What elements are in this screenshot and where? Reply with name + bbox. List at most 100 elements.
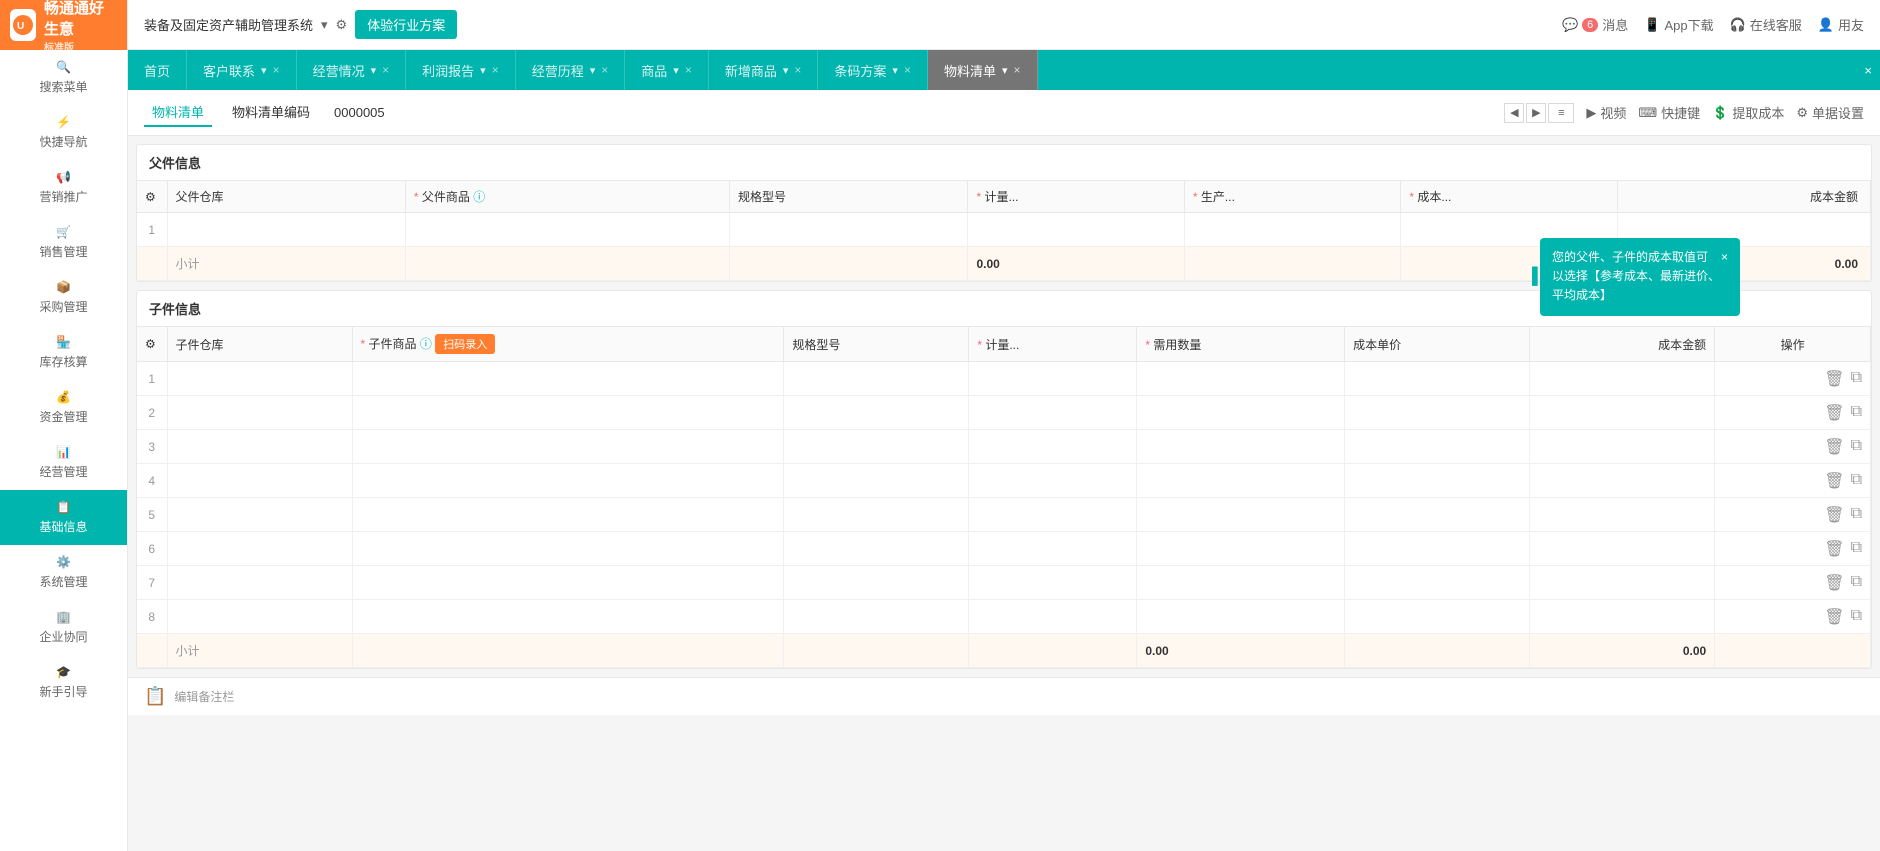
tab-customer[interactable]: 客户联系 ▾ × xyxy=(187,50,297,90)
sidebar-item-sales[interactable]: 🛒 销售管理 xyxy=(0,215,127,270)
child-spec-5[interactable] xyxy=(784,498,969,532)
copy-icon[interactable]: ⧉ xyxy=(1851,539,1862,559)
close-icon[interactable]: × xyxy=(794,63,801,77)
copy-icon[interactable]: ⧉ xyxy=(1851,505,1862,525)
th-parent-gear[interactable]: ⚙ xyxy=(137,181,167,213)
sub-tab-bom-code[interactable]: 物料清单编码 xyxy=(224,98,318,127)
child-product-2[interactable] xyxy=(352,396,784,430)
tab-barcode[interactable]: 条码方案 ▾ × xyxy=(818,50,928,90)
child-warehouse-8[interactable] xyxy=(167,600,352,634)
child-warehouse-5[interactable] xyxy=(167,498,352,532)
delete-icon[interactable]: 🗑 xyxy=(1824,539,1844,559)
child-spec-8[interactable] xyxy=(784,600,969,634)
close-icon[interactable]: × xyxy=(273,63,280,77)
child-unit-price-1[interactable] xyxy=(1345,362,1530,396)
child-qty-8[interactable] xyxy=(1137,600,1345,634)
copy-icon[interactable]: ⧉ xyxy=(1851,471,1862,491)
child-unit-3[interactable] xyxy=(969,430,1137,464)
sidebar-item-guide[interactable]: 🎓 新手引导 xyxy=(0,655,127,710)
sidebar-item-marketing[interactable]: 📢 营销推广 xyxy=(0,160,127,215)
child-unit-price-7[interactable] xyxy=(1345,566,1530,600)
tab-home[interactable]: 首页 xyxy=(128,50,187,90)
sub-tab-bom[interactable]: 物料清单 xyxy=(144,98,212,127)
sidebar-item-purchase[interactable]: 📦 采购管理 xyxy=(0,270,127,325)
child-product-4[interactable] xyxy=(352,464,784,498)
child-unit-price-8[interactable] xyxy=(1345,600,1530,634)
tab-history[interactable]: 经营历程 ▾ × xyxy=(516,50,626,90)
copy-icon[interactable]: ⧉ xyxy=(1851,437,1862,457)
child-product-3[interactable] xyxy=(352,430,784,464)
trial-button[interactable]: 体验行业方案 xyxy=(355,10,457,39)
child-unit-1[interactable] xyxy=(969,362,1137,396)
child-spec-4[interactable] xyxy=(784,464,969,498)
child-qty-1[interactable] xyxy=(1137,362,1345,396)
delete-icon[interactable]: 🗑 xyxy=(1824,471,1844,491)
child-unit-price-3[interactable] xyxy=(1345,430,1530,464)
child-warehouse-4[interactable] xyxy=(167,464,352,498)
copy-icon[interactable]: ⧉ xyxy=(1851,607,1862,627)
close-icon[interactable]: × xyxy=(904,63,911,77)
child-unit-8[interactable] xyxy=(969,600,1137,634)
child-qty-3[interactable] xyxy=(1137,430,1345,464)
child-qty-7[interactable] xyxy=(1137,566,1345,600)
sidebar-item-quick-nav[interactable]: ⚡ 快捷导航 xyxy=(0,105,127,160)
copy-icon[interactable]: ⧉ xyxy=(1851,403,1862,423)
delete-icon[interactable]: 🗑 xyxy=(1824,607,1844,627)
delete-icon[interactable]: 🗑 xyxy=(1824,437,1844,457)
child-warehouse-7[interactable] xyxy=(167,566,352,600)
sidebar-item-enterprise[interactable]: 🏢 企业协同 xyxy=(0,600,127,655)
child-spec-2[interactable] xyxy=(784,396,969,430)
close-icon[interactable]: × xyxy=(685,63,692,77)
child-product-7[interactable] xyxy=(352,566,784,600)
child-spec-7[interactable] xyxy=(784,566,969,600)
shortcut-action[interactable]: ⌨ 快捷键 xyxy=(1638,103,1700,122)
prev-arrow[interactable]: ◀ xyxy=(1504,103,1524,123)
list-view-icon[interactable]: ≡ xyxy=(1548,103,1574,123)
sidebar-item-operations[interactable]: 📊 经营管理 xyxy=(0,435,127,490)
child-unit-price-5[interactable] xyxy=(1345,498,1530,532)
parent-warehouse-cell[interactable] xyxy=(167,213,405,247)
tab-bom[interactable]: 物料清单 ▾ × xyxy=(928,50,1038,90)
copy-icon[interactable]: ⧉ xyxy=(1851,369,1862,389)
parent-spec-cell[interactable] xyxy=(730,213,968,247)
child-unit-4[interactable] xyxy=(969,464,1137,498)
dropdown-arrow-icon[interactable]: ▾ xyxy=(321,17,328,33)
sidebar-item-system[interactable]: ⚙️ 系统管理 xyxy=(0,545,127,600)
video-action[interactable]: ▶ 视频 xyxy=(1586,103,1626,122)
delete-icon[interactable]: 🗑 xyxy=(1824,573,1844,593)
delete-icon[interactable]: 🗑 xyxy=(1824,403,1844,423)
tab-product[interactable]: 商品 ▾ × xyxy=(625,50,709,90)
child-warehouse-2[interactable] xyxy=(167,396,352,430)
child-qty-6[interactable] xyxy=(1137,532,1345,566)
child-qty-4[interactable] xyxy=(1137,464,1345,498)
parent-unit-cell[interactable] xyxy=(968,213,1184,247)
child-product-6[interactable] xyxy=(352,532,784,566)
child-unit-6[interactable] xyxy=(969,532,1137,566)
online-service-item[interactable]: 🎧 在线客服 xyxy=(1730,15,1802,34)
child-unit-2[interactable] xyxy=(969,396,1137,430)
doc-settings-action[interactable]: ⚙ 单据设置 xyxy=(1796,103,1864,122)
child-warehouse-6[interactable] xyxy=(167,532,352,566)
close-icon[interactable]: × xyxy=(1014,63,1021,77)
sidebar-item-finance[interactable]: 💰 资金管理 xyxy=(0,380,127,435)
child-spec-3[interactable] xyxy=(784,430,969,464)
gear-icon[interactable]: ⚙ xyxy=(336,17,348,33)
sidebar-item-inventory[interactable]: 🏪 库存核算 xyxy=(0,325,127,380)
delete-icon[interactable]: 🗑 xyxy=(1824,505,1844,525)
child-warehouse-3[interactable] xyxy=(167,430,352,464)
child-product-5[interactable] xyxy=(352,498,784,532)
child-qty-5[interactable] xyxy=(1137,498,1345,532)
tab-operations[interactable]: 经营情况 ▾ × xyxy=(297,50,407,90)
close-all-tabs[interactable]: × xyxy=(1856,50,1880,90)
delete-icon[interactable]: 🗑 xyxy=(1824,369,1844,389)
parent-product-cell[interactable] xyxy=(405,213,729,247)
child-warehouse-1[interactable] xyxy=(167,362,352,396)
extract-cost-action[interactable]: 💲 提取成本 xyxy=(1712,103,1784,122)
close-icon[interactable]: × xyxy=(492,63,499,77)
parent-production-cell[interactable] xyxy=(1184,213,1400,247)
copy-icon[interactable]: ⧉ xyxy=(1851,573,1862,593)
close-icon[interactable]: × xyxy=(382,63,389,77)
child-product-8[interactable] xyxy=(352,600,784,634)
close-icon[interactable]: × xyxy=(601,63,608,77)
child-unit-price-6[interactable] xyxy=(1345,532,1530,566)
